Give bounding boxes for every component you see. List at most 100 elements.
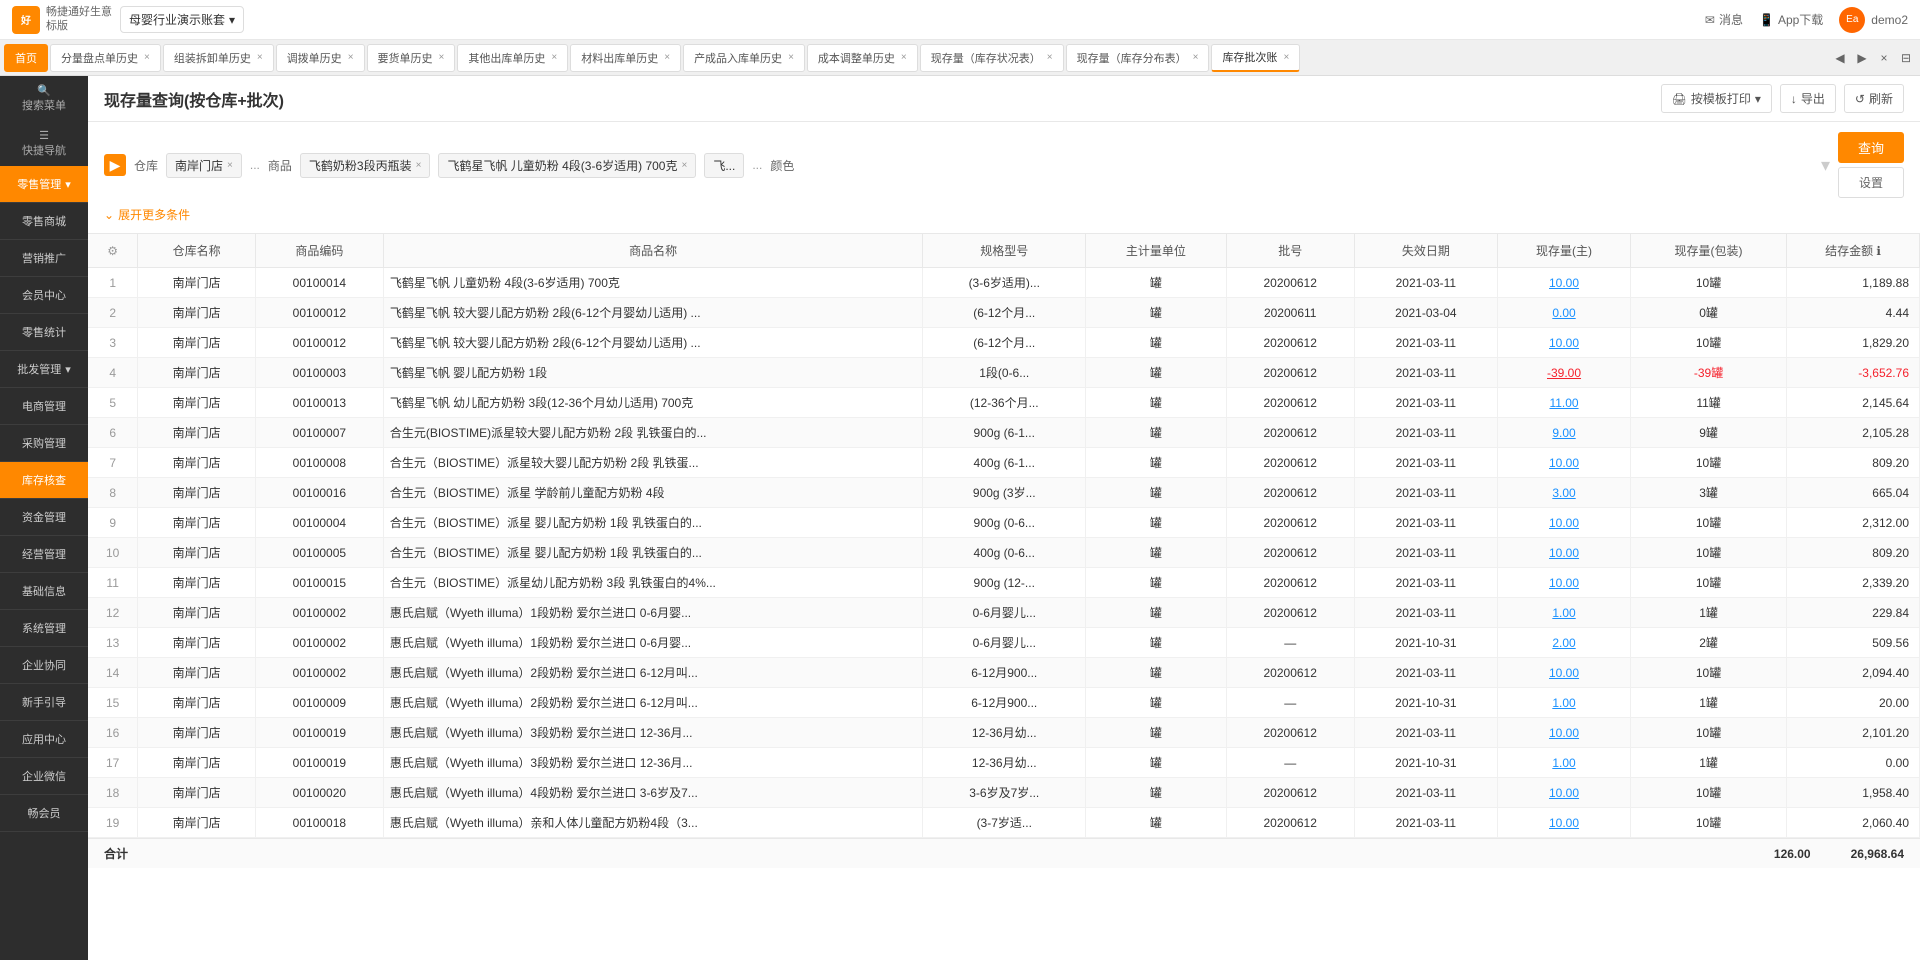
sidebar-item-yingyongzhon-label: 应用中心 bbox=[22, 734, 66, 746]
sidebar-item-dianshangguan[interactable]: 电商管理 bbox=[0, 388, 88, 425]
goods-tag-1-close[interactable]: × bbox=[416, 160, 422, 171]
export-btn[interactable]: ↓ 导出 bbox=[1780, 84, 1836, 113]
logo-icon-text: 好 bbox=[21, 12, 31, 27]
cell-qty-pack: 10罐 bbox=[1631, 808, 1787, 838]
tab-qita-close[interactable]: × bbox=[551, 52, 557, 63]
cell-unit: 罐 bbox=[1086, 388, 1227, 418]
tab-prev-btn[interactable]: ◀ bbox=[1830, 48, 1850, 68]
cell-warehouse: 南岸门店 bbox=[138, 628, 256, 658]
sidebar-item-kucunhecha[interactable]: 库存核查 bbox=[0, 462, 88, 499]
tab-chengpin[interactable]: 产成品入库单历史 × bbox=[683, 44, 805, 72]
cell-name: 飞鹤星飞帆 婴儿配方奶粉 1段 bbox=[383, 358, 923, 388]
cell-no: 14 bbox=[88, 658, 138, 688]
tab-xzfenbu-close[interactable]: × bbox=[1193, 52, 1199, 63]
cell-spec: (6-12个月... bbox=[923, 298, 1086, 328]
tab-zu[interactable]: 组装拆卸单历史 × bbox=[163, 44, 274, 72]
warehouse-tag-close[interactable]: × bbox=[227, 160, 233, 171]
user-profile[interactable]: Ea demo2 bbox=[1839, 7, 1908, 33]
cell-batch: 20200612 bbox=[1226, 718, 1354, 748]
tab-xzchuang-close[interactable]: × bbox=[1047, 52, 1053, 63]
tab-cailiao[interactable]: 材料出库单历史 × bbox=[570, 44, 681, 72]
filter-toggle-btn[interactable]: ▶ bbox=[104, 154, 126, 176]
tab-fen[interactable]: 分量盘点单历史 × bbox=[50, 44, 161, 72]
warehouse-more[interactable]: ... bbox=[250, 158, 260, 172]
message-btn[interactable]: ✉ 消息 bbox=[1705, 11, 1743, 28]
sidebar-item-jichuxinxi[interactable]: 基础信息 bbox=[0, 573, 88, 610]
sidebar-search[interactable]: 🔍 搜索菜单 bbox=[0, 76, 88, 121]
cell-name: 惠氏启赋（Wyeth illuma）3段奶粉 爱尔兰进口 12-36月... bbox=[383, 718, 923, 748]
filter-expand-btn[interactable]: ⌄ 展开更多条件 bbox=[104, 206, 1904, 223]
tab-qita[interactable]: 其他出库单历史 × bbox=[457, 44, 568, 72]
goods-tag-2-close[interactable]: × bbox=[681, 160, 687, 171]
sidebar-item-huiyuan[interactable]: 畅会员 bbox=[0, 795, 88, 832]
sidebar-item-zijinguanli[interactable]: 资金管理 bbox=[0, 499, 88, 536]
tab-more-btn[interactable]: ⊟ bbox=[1896, 48, 1916, 68]
sidebar-item-lingshougouwu[interactable]: 零售商城 bbox=[0, 203, 88, 240]
sidebar-nav[interactable]: ☰ 快捷导航 bbox=[0, 121, 88, 166]
sidebar-search-label: 搜索菜单 bbox=[6, 97, 82, 113]
cell-unit: 罐 bbox=[1086, 688, 1227, 718]
app-download-btn[interactable]: 📱 App下载 bbox=[1759, 11, 1823, 28]
tab-chengben-label: 成本调整单历史 bbox=[818, 50, 895, 66]
tab-yao[interactable]: 要货单历史 × bbox=[367, 44, 456, 72]
sidebar-item-caigouguanli[interactable]: 采购管理 bbox=[0, 425, 88, 462]
account-selector[interactable]: 母婴行业演示账套 ▾ bbox=[120, 6, 244, 33]
query-btn[interactable]: 查询 bbox=[1838, 132, 1904, 163]
cell-qty-pack: 10罐 bbox=[1631, 778, 1787, 808]
cell-expiry: 2021-03-11 bbox=[1354, 508, 1497, 538]
color-dropdown-icon[interactable]: ▾ bbox=[1821, 155, 1830, 176]
tab-kucun-close[interactable]: × bbox=[1283, 52, 1289, 63]
settings-btn[interactable]: 设置 bbox=[1838, 167, 1904, 198]
cell-qty-pack: 10罐 bbox=[1631, 448, 1787, 478]
cell-unit: 罐 bbox=[1086, 448, 1227, 478]
cell-name: 合生元（BIOSTIME）派星幼儿配方奶粉 3段 乳铁蛋白的4%... bbox=[383, 568, 923, 598]
tab-bar: 首页 分量盘点单历史 × 组装拆卸单历史 × 调拨单历史 × 要货单历史 × 其… bbox=[0, 40, 1920, 76]
cell-code: 00100009 bbox=[255, 688, 383, 718]
tab-fen-close[interactable]: × bbox=[144, 52, 150, 63]
refresh-btn[interactable]: ↺ 刷新 bbox=[1844, 84, 1904, 113]
th-warehouse: 仓库名称 bbox=[138, 234, 256, 268]
inventory-table: ⚙ 仓库名称 商品编码 商品名称 规格型号 主计量单位 批号 失效日期 现存量(… bbox=[88, 234, 1920, 838]
cell-expiry: 2021-03-04 bbox=[1354, 298, 1497, 328]
cell-batch: 20200612 bbox=[1226, 598, 1354, 628]
print-btn[interactable]: 🖨 按模板打印 ▾ bbox=[1661, 84, 1772, 113]
sidebar-item-yingyongzhon[interactable]: 应用中心 bbox=[0, 721, 88, 758]
sidebar-item-jingyingguanli[interactable]: 经营管理 bbox=[0, 536, 88, 573]
cell-expiry: 2021-03-11 bbox=[1354, 448, 1497, 478]
tab-chengben[interactable]: 成本调整单历史 × bbox=[807, 44, 918, 72]
tab-zu-close[interactable]: × bbox=[257, 52, 263, 63]
sidebar-item-lingshoutongji[interactable]: 零售统计 bbox=[0, 314, 88, 351]
sidebar-item-huiyuan-center[interactable]: 会员中心 bbox=[0, 277, 88, 314]
sidebar-item-xitongguan[interactable]: 系统管理 bbox=[0, 610, 88, 647]
tab-close-all-btn[interactable]: × bbox=[1874, 48, 1894, 68]
sidebar-item-qiyexietong[interactable]: 企业协同 bbox=[0, 647, 88, 684]
th-settings[interactable]: ⚙ bbox=[88, 234, 138, 268]
cell-unit: 罐 bbox=[1086, 298, 1227, 328]
cell-unit: 罐 bbox=[1086, 748, 1227, 778]
cell-unit: 罐 bbox=[1086, 538, 1227, 568]
cell-warehouse: 南岸门店 bbox=[138, 418, 256, 448]
tab-yao-close[interactable]: × bbox=[439, 52, 445, 63]
sidebar-item-yingxiao-label: 营销推广 bbox=[22, 253, 66, 265]
tab-tiao-close[interactable]: × bbox=[348, 52, 354, 63]
sidebar-item-lingshoupingtai[interactable]: 零售管理 ▾ bbox=[0, 166, 88, 203]
sidebar-item-yingxiao[interactable]: 营销推广 bbox=[0, 240, 88, 277]
chevron-down-icon: ▾ bbox=[229, 13, 235, 27]
th-name: 商品名称 bbox=[383, 234, 923, 268]
sidebar-item-pifaguanli[interactable]: 批发管理 ▾ bbox=[0, 351, 88, 388]
tab-next-btn[interactable]: ▶ bbox=[1852, 48, 1872, 68]
tab-chengpin-close[interactable]: × bbox=[788, 52, 794, 63]
tab-home[interactable]: 首页 bbox=[4, 44, 48, 72]
sidebar-item-xinyinyindao[interactable]: 新手引导 bbox=[0, 684, 88, 721]
tab-chengben-close[interactable]: × bbox=[901, 52, 907, 63]
tab-cailiao-close[interactable]: × bbox=[664, 52, 670, 63]
tab-xzchuang[interactable]: 现存量（库存状况表） × bbox=[920, 44, 1064, 72]
sidebar-item-qiyeweixin[interactable]: 企业微信 bbox=[0, 758, 88, 795]
tab-kucun[interactable]: 库存批次账 × bbox=[1211, 44, 1300, 72]
logo-label: 标版 bbox=[46, 20, 112, 33]
cell-unit: 罐 bbox=[1086, 358, 1227, 388]
tab-tiao[interactable]: 调拨单历史 × bbox=[276, 44, 365, 72]
tab-xzfenbu[interactable]: 现存量（库存分布表） × bbox=[1066, 44, 1210, 72]
goods-more[interactable]: ... bbox=[752, 158, 762, 172]
cell-expiry: 2021-10-31 bbox=[1354, 688, 1497, 718]
